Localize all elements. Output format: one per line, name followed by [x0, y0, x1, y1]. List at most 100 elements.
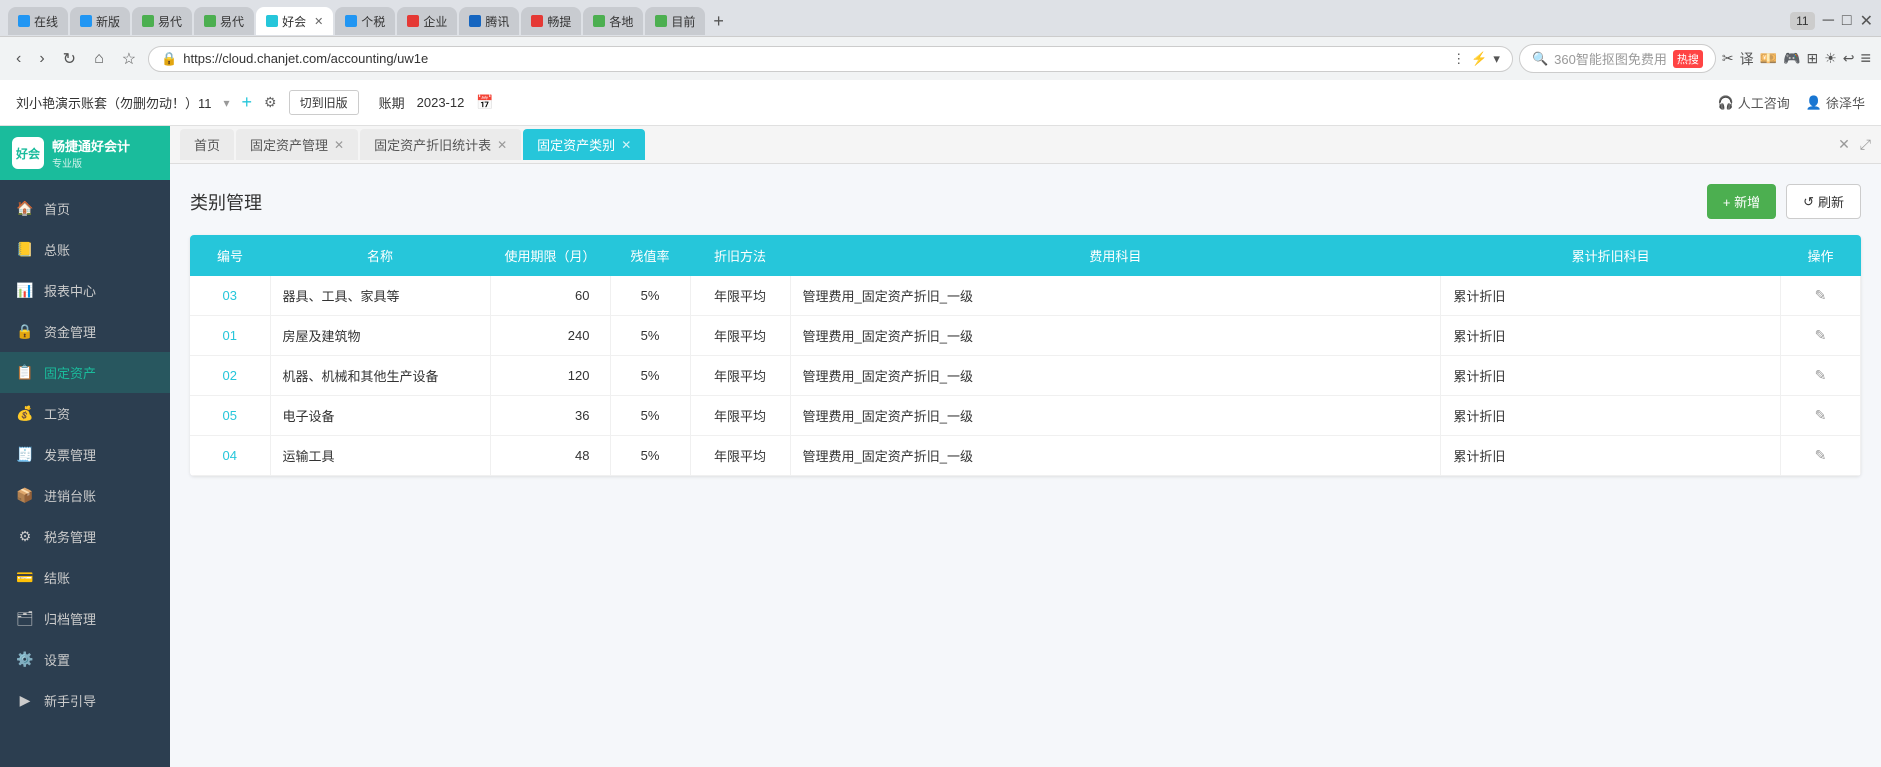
home-button[interactable]: ⌂ — [88, 46, 110, 72]
search-icon: 🔍 — [1532, 51, 1548, 67]
calendar-icon[interactable]: 📅 — [476, 94, 493, 111]
undo-button[interactable]: ↩ — [1843, 50, 1855, 67]
app-body: 好会 畅捷通好会计 专业版 🏠 首页 📒 总账 📊 报表中心 — [0, 126, 1881, 767]
refresh-label: 刷新 — [1818, 192, 1844, 211]
sidebar-item-purchase-sale[interactable]: 📦 进销台账 — [0, 475, 170, 516]
maximize-button[interactable]: □ — [1842, 12, 1852, 30]
table-cell: 累计折旧 — [1441, 316, 1781, 356]
table-cell: 年限平均 — [690, 436, 790, 476]
sidebar-item-payroll[interactable]: 💰 工资 — [0, 393, 170, 434]
tab-fixed-asset-depreciation[interactable]: 固定资产折旧统计表 ✕ — [360, 129, 521, 160]
translate-button[interactable]: 译 — [1740, 49, 1754, 69]
sidebar-item-label: 报表中心 — [44, 281, 96, 300]
tab-favicon — [593, 15, 605, 27]
browser-tab[interactable]: 各地 — [583, 7, 643, 35]
sidebar-item-archive[interactable]: 🗂 归档管理 — [0, 598, 170, 639]
user-account-label: 刘小艳演示账套（勿删勿动！）11 — [16, 93, 212, 112]
refresh-button[interactable]: ↺ 刷新 — [1786, 184, 1861, 219]
tab-close-icon[interactable]: ✕ — [621, 138, 631, 152]
tab-home[interactable]: 首页 — [180, 129, 234, 160]
scissors-button[interactable]: ✂ — [1722, 50, 1734, 67]
menu-button[interactable]: ≡ — [1860, 48, 1871, 69]
edit-action-cell[interactable]: ✎ — [1781, 276, 1861, 316]
wallet-button[interactable]: 💴 — [1760, 50, 1777, 67]
browser-tab[interactable]: 腾讯 — [459, 7, 519, 35]
add-button[interactable]: + 新增 — [1707, 184, 1776, 219]
sidebar-item-home[interactable]: 🏠 首页 — [0, 188, 170, 229]
sidebar-item-ledger[interactable]: 📒 总账 — [0, 229, 170, 270]
sidebar-item-guide[interactable]: ▶ 新手引导 — [0, 680, 170, 721]
browser-tab-bar: 在线 新版 易代 易代 好会 ✕ 个税 企业 腾讯 — [0, 0, 1881, 36]
table-cell: 03 — [190, 276, 270, 316]
bookmark-button[interactable]: ☆ — [116, 45, 142, 73]
minimize-button[interactable]: ─ — [1823, 12, 1834, 30]
browser-tab[interactable]: 易代 — [132, 7, 192, 35]
edit-action-cell[interactable]: ✎ — [1781, 436, 1861, 476]
tab-favicon — [142, 15, 154, 27]
search-bar[interactable]: 🔍 360智能抠图免费用 热搜 — [1519, 44, 1716, 73]
customer-service-link[interactable]: 🎧 人工咨询 — [1718, 93, 1790, 112]
browser-tab[interactable]: 易代 — [194, 7, 254, 35]
sidebar-item-invoice[interactable]: 🧾 发票管理 — [0, 434, 170, 475]
browser-tab-active[interactable]: 好会 ✕ — [256, 7, 333, 35]
tab-favicon — [345, 15, 357, 27]
tab-bar-expand-btn[interactable]: ⤢ — [1860, 136, 1871, 153]
edit-action-cell[interactable]: ✎ — [1781, 396, 1861, 436]
settings-gear-button[interactable]: ⚙ — [264, 94, 277, 111]
close-window-button[interactable]: ✕ — [1860, 11, 1873, 31]
table-cell: 年限平均 — [690, 276, 790, 316]
add-account-button[interactable]: + — [242, 92, 253, 113]
sidebar-item-label: 资金管理 — [44, 322, 96, 341]
tab-close-icon[interactable]: ✕ — [497, 138, 507, 152]
table-cell: 5% — [610, 396, 690, 436]
new-tab-button[interactable]: + — [707, 11, 730, 32]
browser-tab[interactable]: 畅提 — [521, 7, 581, 35]
switch-version-button[interactable]: 切到旧版 — [289, 90, 359, 115]
period-value: 2023-12 — [417, 95, 465, 110]
table-row: 01房屋及建筑物2405%年限平均管理费用_固定资产折旧_一级累计折旧✎ — [190, 316, 1861, 356]
edit-action-cell[interactable]: ✎ — [1781, 356, 1861, 396]
tab-fixed-asset-mgmt[interactable]: 固定资产管理 ✕ — [236, 129, 358, 160]
dropdown-icon: ▾ — [1493, 51, 1500, 67]
address-bar[interactable]: 🔒 https://cloud.chanjet.com/accounting/u… — [148, 46, 1513, 72]
settings-icon: ⚙️ — [16, 651, 34, 668]
table-cell: 机器、机械和其他生产设备 — [270, 356, 490, 396]
browser-tab[interactable]: 在线 — [8, 7, 68, 35]
tab-close-icon[interactable]: ✕ — [334, 138, 344, 152]
sidebar-item-label: 新手引导 — [44, 691, 96, 710]
user-profile-link[interactable]: 👤 徐泽华 — [1806, 93, 1865, 112]
browser-tab[interactable]: 新版 — [70, 7, 130, 35]
toolbar: + 新增 ↺ 刷新 — [1707, 184, 1861, 219]
back-button[interactable]: ‹ — [10, 46, 27, 72]
sidebar-item-fixed-asset[interactable]: 📋 固定资产 — [0, 352, 170, 393]
archive-icon: 🗂 — [16, 610, 34, 627]
tab-fixed-asset-category[interactable]: 固定资产类别 ✕ — [523, 129, 645, 160]
headset-icon: 🎧 — [1718, 95, 1734, 111]
user-avatar-icon: 👤 — [1806, 95, 1822, 111]
sidebar-item-label: 固定资产 — [44, 363, 96, 382]
browser-tab[interactable]: 个税 — [335, 7, 395, 35]
brightness-button[interactable]: ☀ — [1824, 50, 1837, 67]
edit-action-cell[interactable]: ✎ — [1781, 316, 1861, 356]
tab-close-icon[interactable]: ✕ — [314, 15, 323, 28]
sidebar-item-checkout[interactable]: 💳 结账 — [0, 557, 170, 598]
forward-button[interactable]: › — [33, 46, 50, 72]
tab-favicon — [407, 15, 419, 27]
game-button[interactable]: 🎮 — [1783, 50, 1800, 67]
browser-tab[interactable]: 企业 — [397, 7, 457, 35]
tab-label: 个税 — [361, 13, 385, 30]
sidebar: 好会 畅捷通好会计 专业版 🏠 首页 📒 总账 📊 报表中心 — [0, 126, 170, 767]
sidebar-item-report[interactable]: 📊 报表中心 — [0, 270, 170, 311]
grid-button[interactable]: ⊞ — [1806, 50, 1818, 67]
sidebar-item-settings[interactable]: ⚙️ 设置 — [0, 639, 170, 680]
reload-button[interactable]: ↻ — [57, 45, 82, 73]
sidebar-item-label: 总账 — [44, 240, 70, 259]
sidebar-app-info: 畅捷通好会计 专业版 — [52, 136, 130, 170]
table-cell: 累计折旧 — [1441, 356, 1781, 396]
sidebar-item-fund[interactable]: 🔒 资金管理 — [0, 311, 170, 352]
tab-bar-close-btn[interactable]: ✕ — [1838, 136, 1850, 153]
sidebar-item-tax[interactable]: ⚙ 税务管理 — [0, 516, 170, 557]
table-cell: 累计折旧 — [1441, 276, 1781, 316]
dropdown-arrow-icon[interactable]: ▾ — [224, 96, 230, 110]
browser-tab[interactable]: 目前 — [645, 7, 705, 35]
